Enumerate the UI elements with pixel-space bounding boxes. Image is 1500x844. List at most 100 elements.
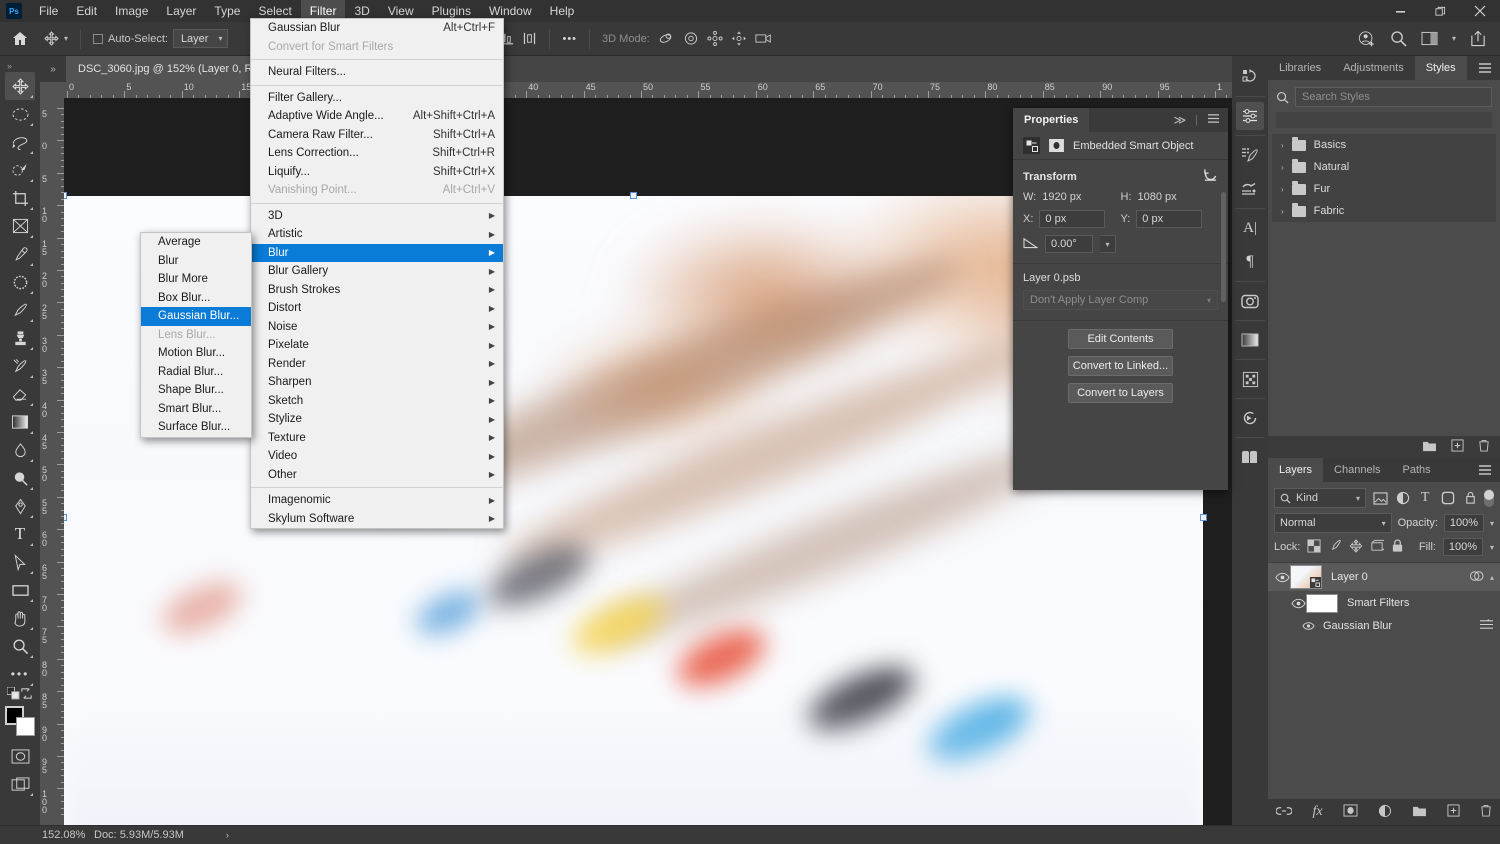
menu-item-texture[interactable]: Texture ▶ <box>251 429 503 448</box>
menu-item-pixelate[interactable]: Pixelate ▶ <box>251 336 503 355</box>
tool-history-brush[interactable] <box>5 352 35 380</box>
more-options-button[interactable]: ••• <box>558 33 581 45</box>
new-folder-icon[interactable] <box>1422 440 1437 455</box>
layer-thumbnail[interactable] <box>1290 565 1322 589</box>
brush-settings-icon[interactable] <box>1236 141 1264 169</box>
layer-comp-dropdown[interactable]: Don't Apply Layer Comp ▾ <box>1023 290 1218 310</box>
delete-style-icon[interactable] <box>1478 439 1490 455</box>
blur-menu-item-motion-blur[interactable]: Motion Blur... <box>141 344 251 363</box>
tab-channels[interactable]: Channels <box>1323 458 1391 482</box>
layer-style-fx-icon[interactable]: fx <box>1312 804 1322 820</box>
menu-item-artistic[interactable]: Artistic ▶ <box>251 225 503 244</box>
opacity-chevron-icon[interactable]: ▾ <box>1490 519 1494 528</box>
menu-item-distort[interactable]: Distort ▶ <box>251 299 503 318</box>
distribute-button[interactable] <box>518 31 541 46</box>
menu-item-filter-gallery[interactable]: Filter Gallery... <box>251 89 503 108</box>
styles-panel-menu-icon[interactable] <box>1478 56 1500 80</box>
tool-zoom[interactable] <box>5 632 35 660</box>
blur-menu-item-smart-blur[interactable]: Smart Blur... <box>141 400 251 419</box>
lock-transparency-icon[interactable] <box>1307 538 1321 556</box>
smart-filters-toggle-icon[interactable] <box>1469 570 1484 585</box>
tool-eyedropper[interactable] <box>5 240 35 268</box>
menu-item-camera-raw-filter[interactable]: Camera Raw Filter... Shift+Ctrl+A <box>251 126 503 145</box>
x-input[interactable]: 0 px <box>1039 210 1106 228</box>
menu-item-video[interactable]: Video ▶ <box>251 447 503 466</box>
fill-chevron-icon[interactable]: ▾ <box>1490 543 1494 552</box>
menu-type[interactable]: Type <box>205 0 249 22</box>
menu-file[interactable]: File <box>30 0 67 22</box>
vertical-ruler[interactable]: 5 0 5 10 15 20 25 30 35 40 45 50 55 60 65 70 75 80 85 90 95 1… <box>40 98 64 825</box>
camera-raw-icon[interactable] <box>1236 287 1264 315</box>
quick-mask-button[interactable] <box>5 742 35 770</box>
chevron-right-icon[interactable]: › <box>1281 185 1284 194</box>
tool-edit-toolbar[interactable]: ••• <box>5 660 35 688</box>
chevron-right-icon[interactable]: › <box>1281 207 1284 216</box>
smart-filter-mask-thumbnail[interactable] <box>1306 593 1338 613</box>
delete-layer-icon[interactable] <box>1480 804 1492 820</box>
menu-image[interactable]: Image <box>106 0 157 22</box>
search-icon[interactable] <box>1390 30 1407 47</box>
angle-input[interactable]: 0.00° <box>1045 235 1093 253</box>
new-layer-icon[interactable] <box>1447 804 1460 820</box>
menu-item-blur-gallery[interactable]: Blur Gallery ▶ <box>251 262 503 281</box>
properties-panel-menu-icon[interactable] <box>1207 113 1220 127</box>
chevron-up-icon[interactable]: ▴ <box>1490 573 1494 582</box>
actions-icon[interactable] <box>1236 404 1264 432</box>
auto-select-checkbox[interactable] <box>93 33 104 44</box>
selection-handle-ml[interactable] <box>64 514 67 521</box>
list-item[interactable]: Smart Filters <box>1268 591 1500 615</box>
3d-pan-button[interactable] <box>703 31 727 46</box>
blur-menu-item-surface-blur[interactable]: Surface Blur... <box>141 418 251 437</box>
menu-item-liquify[interactable]: Liquify... Shift+Ctrl+X <box>251 163 503 182</box>
lock-all-icon[interactable] <box>1391 538 1404 556</box>
patterns-icon[interactable] <box>1236 365 1264 393</box>
close-button[interactable] <box>1460 0 1500 22</box>
tool-frame[interactable] <box>5 212 35 240</box>
background-color-swatch[interactable] <box>16 717 35 736</box>
style-group-fur[interactable]: › Fur <box>1272 178 1496 200</box>
menu-item-gaussian-blur[interactable]: Gaussian Blur Alt+Ctrl+F <box>251 19 503 38</box>
libraries-icon[interactable] <box>1236 443 1264 471</box>
tab-adjustments[interactable]: Adjustments <box>1332 56 1415 80</box>
new-group-icon[interactable] <box>1412 805 1427 820</box>
tab-paths[interactable]: Paths <box>1392 458 1442 482</box>
filter-name[interactable]: Gaussian Blur <box>1323 620 1392 632</box>
horizontal-ruler[interactable]: 051015202530354045505560657075808590951 <box>64 82 1232 98</box>
blur-menu-item-blur[interactable]: Blur <box>141 252 251 271</box>
mask-icon[interactable] <box>1048 137 1065 154</box>
menu-item-blur[interactable]: Blur ▶ <box>251 243 503 262</box>
blur-menu-item-average[interactable]: Average <box>141 233 251 252</box>
status-menu-arrow-icon[interactable]: › <box>184 830 229 840</box>
styles-search-input[interactable]: Search Styles <box>1295 87 1492 107</box>
chevron-down-icon[interactable]: ▾ <box>1452 34 1456 43</box>
home-button[interactable] <box>0 31 40 46</box>
3d-camera-button[interactable] <box>751 32 777 45</box>
history-icon[interactable] <box>1236 63 1264 91</box>
layers-panel-menu-icon[interactable] <box>1478 458 1500 482</box>
blend-mode-dropdown[interactable]: Normal ▾ <box>1274 513 1392 533</box>
menu-item-other[interactable]: Other ▶ <box>251 466 503 485</box>
selection-handle-tc[interactable] <box>630 192 637 199</box>
y-input[interactable]: 0 px <box>1136 210 1203 228</box>
blur-menu-item-gaussian-blur[interactable]: Gaussian Blur... <box>141 307 251 326</box>
reset-icon[interactable] <box>1203 168 1218 185</box>
blur-submenu[interactable]: Average Blur Blur More Box Blur... Gaussian … <box>140 232 252 438</box>
workspace-icon[interactable] <box>1421 31 1438 46</box>
tab-styles[interactable]: Styles <box>1414 56 1467 80</box>
tool-path-selection[interactable] <box>5 548 35 576</box>
convert-to-linked-button[interactable]: Convert to Linked... <box>1068 356 1173 376</box>
link-layers-icon[interactable] <box>1275 806 1293 819</box>
toolbar-collapse-handle[interactable]: » <box>7 60 12 72</box>
brushes-icon[interactable] <box>1236 175 1264 203</box>
menu-item-skylum-software[interactable]: Skylum Software ▶ <box>251 510 503 529</box>
menu-item-stylize[interactable]: Stylize ▶ <box>251 410 503 429</box>
layer-filter-kind-dropdown[interactable]: Kind ▾ <box>1274 488 1366 508</box>
swap-colors-icon[interactable] <box>20 687 33 703</box>
chevron-right-icon[interactable]: › <box>1281 163 1284 172</box>
style-group-fabric[interactable]: › Fabric <box>1272 200 1496 222</box>
tool-preset-chevron-icon[interactable]: ▾ <box>64 34 68 43</box>
screen-mode-button[interactable] <box>5 770 35 798</box>
selection-handle-mr[interactable] <box>1200 514 1207 521</box>
convert-to-layers-button[interactable]: Convert to Layers <box>1068 383 1173 403</box>
tab-properties[interactable]: Properties <box>1013 108 1090 132</box>
